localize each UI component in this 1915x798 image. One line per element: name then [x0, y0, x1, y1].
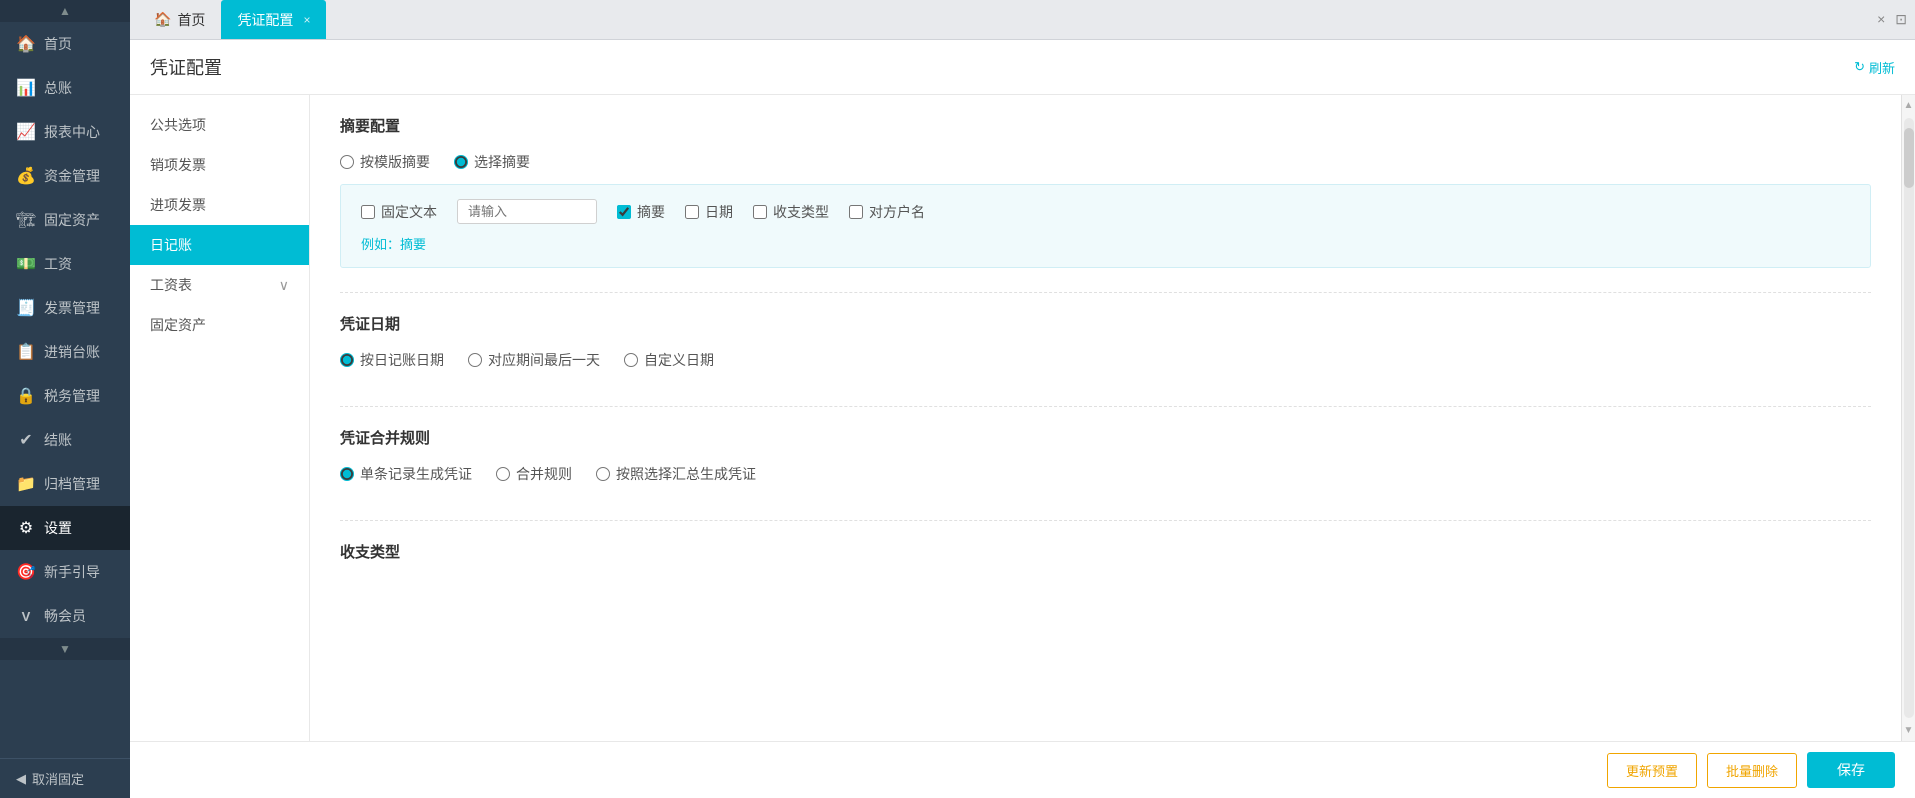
- payroll-icon: 💵: [16, 254, 36, 274]
- summary-section: 摘要配置 按模版摘要 选择摘要 固定文本: [340, 115, 1871, 293]
- update-preset-button[interactable]: 更新预置: [1607, 753, 1697, 788]
- fixed-text-input[interactable]: [457, 199, 597, 224]
- date-checkbox[interactable]: 日期: [685, 202, 733, 222]
- home-icon: 🏠: [16, 34, 36, 54]
- ledger-icon: 📊: [16, 78, 36, 98]
- chevron-down-icon: ∨: [279, 277, 289, 294]
- sidebar-item-funds[interactable]: 💰 资金管理: [0, 154, 130, 198]
- sidebar-scroll-down[interactable]: ▼: [0, 638, 130, 660]
- right-content: 摘要配置 按模版摘要 选择摘要 固定文本: [310, 95, 1901, 741]
- select-summary-radio[interactable]: 选择摘要: [454, 152, 530, 172]
- summary-checkbox-row: 固定文本 摘要 日期 收支类型: [361, 199, 1850, 224]
- sidebar-item-ledger[interactable]: 📊 总账: [0, 66, 130, 110]
- scroll-thumb[interactable]: [1904, 128, 1914, 188]
- left-nav-fixed-assets[interactable]: 固定资产: [130, 305, 309, 345]
- scroll-track: [1904, 118, 1914, 718]
- main-area: 🏠 首页 凭证配置 × × ⊡ 凭证配置 ↻ 刷新 公共选项 销项发票: [130, 0, 1915, 798]
- merge-rules-radio[interactable]: 合并规则: [496, 464, 572, 484]
- scroll-down-btn[interactable]: ▼: [1901, 722, 1915, 739]
- window-restore-icon[interactable]: ⊡: [1895, 11, 1907, 28]
- summary-radio-group: 按模版摘要 选择摘要: [340, 152, 1871, 172]
- sidebar-item-payroll[interactable]: 💵 工资: [0, 242, 130, 286]
- window-close-icon[interactable]: ×: [1877, 11, 1885, 28]
- page-title: 凭证配置: [150, 54, 222, 80]
- page-header: 凭证配置 ↻ 刷新: [130, 40, 1915, 95]
- single-record-radio[interactable]: 单条记录生成凭证: [340, 464, 472, 484]
- sidebar-item-closing[interactable]: ✔ 结账: [0, 418, 130, 462]
- left-nav: 公共选项 销项发票 进项发票 日记账 工资表 ∨ 固定资产: [130, 95, 310, 741]
- left-nav-payroll-table[interactable]: 工资表 ∨: [130, 265, 309, 305]
- template-summary-radio[interactable]: 按模版摘要: [340, 152, 430, 172]
- assets-icon: 🏗: [16, 210, 36, 230]
- sidebar-item-tax[interactable]: 🔒 税务管理: [0, 374, 130, 418]
- left-nav-journal[interactable]: 日记账: [130, 225, 309, 265]
- funds-icon: 💰: [16, 166, 36, 186]
- tax-icon: 🔒: [16, 386, 36, 406]
- sidebar-item-reports[interactable]: 📈 报表中心: [0, 110, 130, 154]
- income-type-section: 收支类型: [340, 541, 1871, 602]
- window-controls: × ⊡: [1877, 11, 1907, 28]
- member-icon: V: [16, 609, 36, 624]
- tab-close-icon[interactable]: ×: [303, 13, 310, 27]
- left-nav-public[interactable]: 公共选项: [130, 105, 309, 145]
- merge-rules-title: 凭证合并规则: [340, 427, 1871, 448]
- sidebar-item-settings[interactable]: ⚙ 设置: [0, 506, 130, 550]
- summary-example-text: 例如：摘要: [361, 234, 1850, 253]
- last-day-of-period-radio[interactable]: 对应期间最后一天: [468, 350, 600, 370]
- refresh-icon: ↻: [1854, 59, 1865, 75]
- sidebar-item-invoice-mgmt[interactable]: 🧾 发票管理: [0, 286, 130, 330]
- invoice-mgmt-icon: 🧾: [16, 298, 36, 318]
- custom-date-radio[interactable]: 自定义日期: [624, 350, 714, 370]
- left-nav-sales-invoice[interactable]: 销项发票: [130, 145, 309, 185]
- left-nav-purchase-invoice[interactable]: 进项发票: [130, 185, 309, 225]
- summary-section-title: 摘要配置: [340, 115, 1871, 136]
- sidebar-scroll-up[interactable]: ▲: [0, 0, 130, 22]
- income-type-checkbox[interactable]: 收支类型: [753, 202, 829, 222]
- cancel-fixed-button[interactable]: ◀ 取消固定: [0, 758, 130, 798]
- save-button[interactable]: 保存: [1807, 752, 1895, 788]
- sidebar: ▲ 🏠 首页 📊 总账 📈 报表中心 💰 资金管理 🏗 固定资产 💵 工资 🧾 …: [0, 0, 130, 798]
- batch-delete-button[interactable]: 批量删除: [1707, 753, 1797, 788]
- refresh-button[interactable]: ↻ 刷新: [1854, 58, 1895, 77]
- scroll-up-btn[interactable]: ▲: [1901, 97, 1915, 114]
- by-journal-date-radio[interactable]: 按日记账日期: [340, 350, 444, 370]
- tab-bar: 🏠 首页 凭证配置 × × ⊡: [130, 0, 1915, 40]
- sidebar-item-archive[interactable]: 📁 归档管理: [0, 462, 130, 506]
- sales-ledger-icon: 📋: [16, 342, 36, 362]
- sidebar-item-member[interactable]: V 畅会员: [0, 594, 130, 638]
- content-area: 公共选项 销项发票 进项发票 日记账 工资表 ∨ 固定资产 摘要配置: [130, 95, 1915, 741]
- sidebar-item-assets[interactable]: 🏗 固定资产: [0, 198, 130, 242]
- closing-icon: ✔: [16, 430, 36, 450]
- reports-icon: 📈: [16, 122, 36, 142]
- voucher-date-title: 凭证日期: [340, 313, 1871, 334]
- fixed-text-checkbox[interactable]: 固定文本: [361, 202, 437, 222]
- income-type-title: 收支类型: [340, 541, 1871, 562]
- tab-voucher-config[interactable]: 凭证配置 ×: [221, 0, 326, 39]
- archive-icon: 📁: [16, 474, 36, 494]
- merge-rules-section: 凭证合并规则 单条记录生成凭证 合并规则 按照选择汇总生成凭证: [340, 427, 1871, 521]
- tab-home[interactable]: 🏠 首页: [138, 0, 221, 39]
- sidebar-item-guide[interactable]: 🎯 新手引导: [0, 550, 130, 594]
- sidebar-item-home[interactable]: 🏠 首页: [0, 22, 130, 66]
- bottom-bar: 更新预置 批量删除 保存: [130, 741, 1915, 798]
- settings-icon: ⚙: [16, 518, 36, 538]
- summary-checkbox[interactable]: 摘要: [617, 202, 665, 222]
- counterpart-name-checkbox[interactable]: 对方户名: [849, 202, 925, 222]
- voucher-date-radio-group: 按日记账日期 对应期间最后一天 自定义日期: [340, 350, 1871, 370]
- sidebar-item-sales-ledger[interactable]: 📋 进销台账: [0, 330, 130, 374]
- home-tab-icon: 🏠: [154, 11, 171, 28]
- by-selection-radio[interactable]: 按照选择汇总生成凭证: [596, 464, 756, 484]
- pin-icon: ◀: [16, 771, 26, 787]
- merge-rules-radio-group: 单条记录生成凭证 合并规则 按照选择汇总生成凭证: [340, 464, 1871, 484]
- summary-options-panel: 固定文本 摘要 日期 收支类型: [340, 184, 1871, 268]
- guide-icon: 🎯: [16, 562, 36, 582]
- page-scrollbar[interactable]: ▲ ▼: [1901, 95, 1915, 741]
- voucher-date-section: 凭证日期 按日记账日期 对应期间最后一天 自定义日期: [340, 313, 1871, 407]
